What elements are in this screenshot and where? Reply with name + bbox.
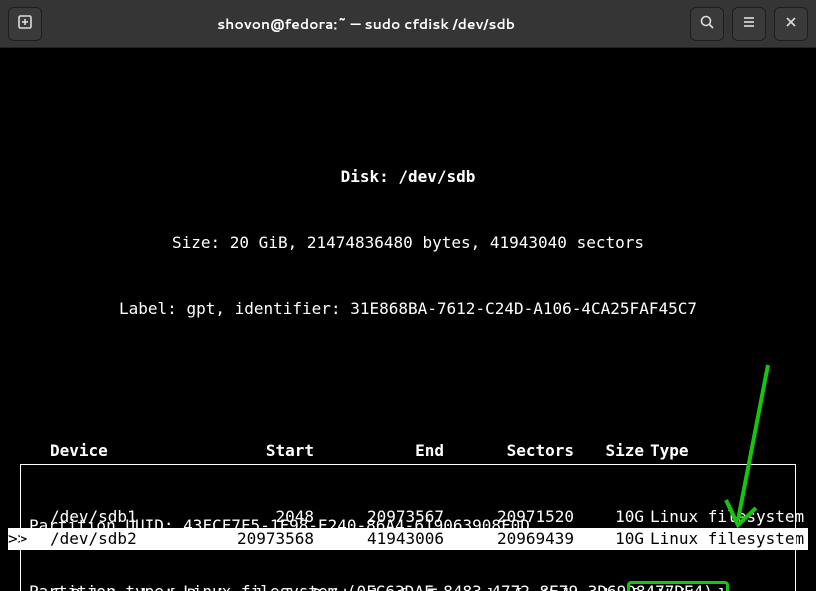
- col-end: End: [314, 440, 444, 462]
- close-icon: [783, 14, 799, 34]
- menu-delete[interactable]: [ Delete ]: [52, 584, 148, 591]
- search-button[interactable]: [690, 7, 724, 41]
- menu-resize[interactable]: [ Resize ]: [148, 584, 264, 591]
- label-line: Label: gpt, identifier: 31E868BA-7612-C2…: [8, 298, 808, 320]
- terminal[interactable]: Disk: /dev/sdb Size: 20 GiB, 21474836480…: [0, 48, 816, 591]
- search-icon: [699, 14, 715, 34]
- window-titlebar: shovon@fedora:~ — sudo cfdisk /dev/sdb: [0, 0, 816, 48]
- cfdisk-screen: Disk: /dev/sdb Size: 20 GiB, 21474836480…: [8, 100, 808, 591]
- col-type: Type: [644, 440, 808, 462]
- menu-write[interactable]: [ Write ]: [627, 581, 729, 591]
- menu-quit[interactable]: [ Quit ]: [264, 584, 380, 591]
- col-device: Device: [44, 440, 184, 462]
- close-window-button[interactable]: [774, 7, 808, 41]
- disk-line: Disk: /dev/sdb: [8, 166, 808, 188]
- action-menu: [ Delete ] [ Resize ] [ Quit ] [ Type ] …: [52, 540, 726, 591]
- hamburger-menu-button[interactable]: [732, 7, 766, 41]
- partition-uuid: Partition UUID: 43FCF7F5-1F98-E240-86A4-…: [29, 515, 787, 537]
- hamburger-icon: [741, 14, 757, 34]
- window-title: shovon@fedora:~ — sudo cfdisk /dev/sdb: [50, 14, 682, 34]
- partition-table-header: Device Start End Sectors Size Type: [8, 440, 808, 462]
- new-tab-button[interactable]: [8, 7, 42, 41]
- menu-help[interactable]: [ Help ]: [495, 584, 611, 591]
- menu-type[interactable]: [ Type ]: [380, 584, 496, 591]
- col-size: Size: [574, 440, 644, 462]
- new-tab-icon: [17, 14, 33, 34]
- size-line: Size: 20 GiB, 21474836480 bytes, 4194304…: [8, 232, 808, 254]
- col-start: Start: [184, 440, 314, 462]
- col-sectors: Sectors: [444, 440, 574, 462]
